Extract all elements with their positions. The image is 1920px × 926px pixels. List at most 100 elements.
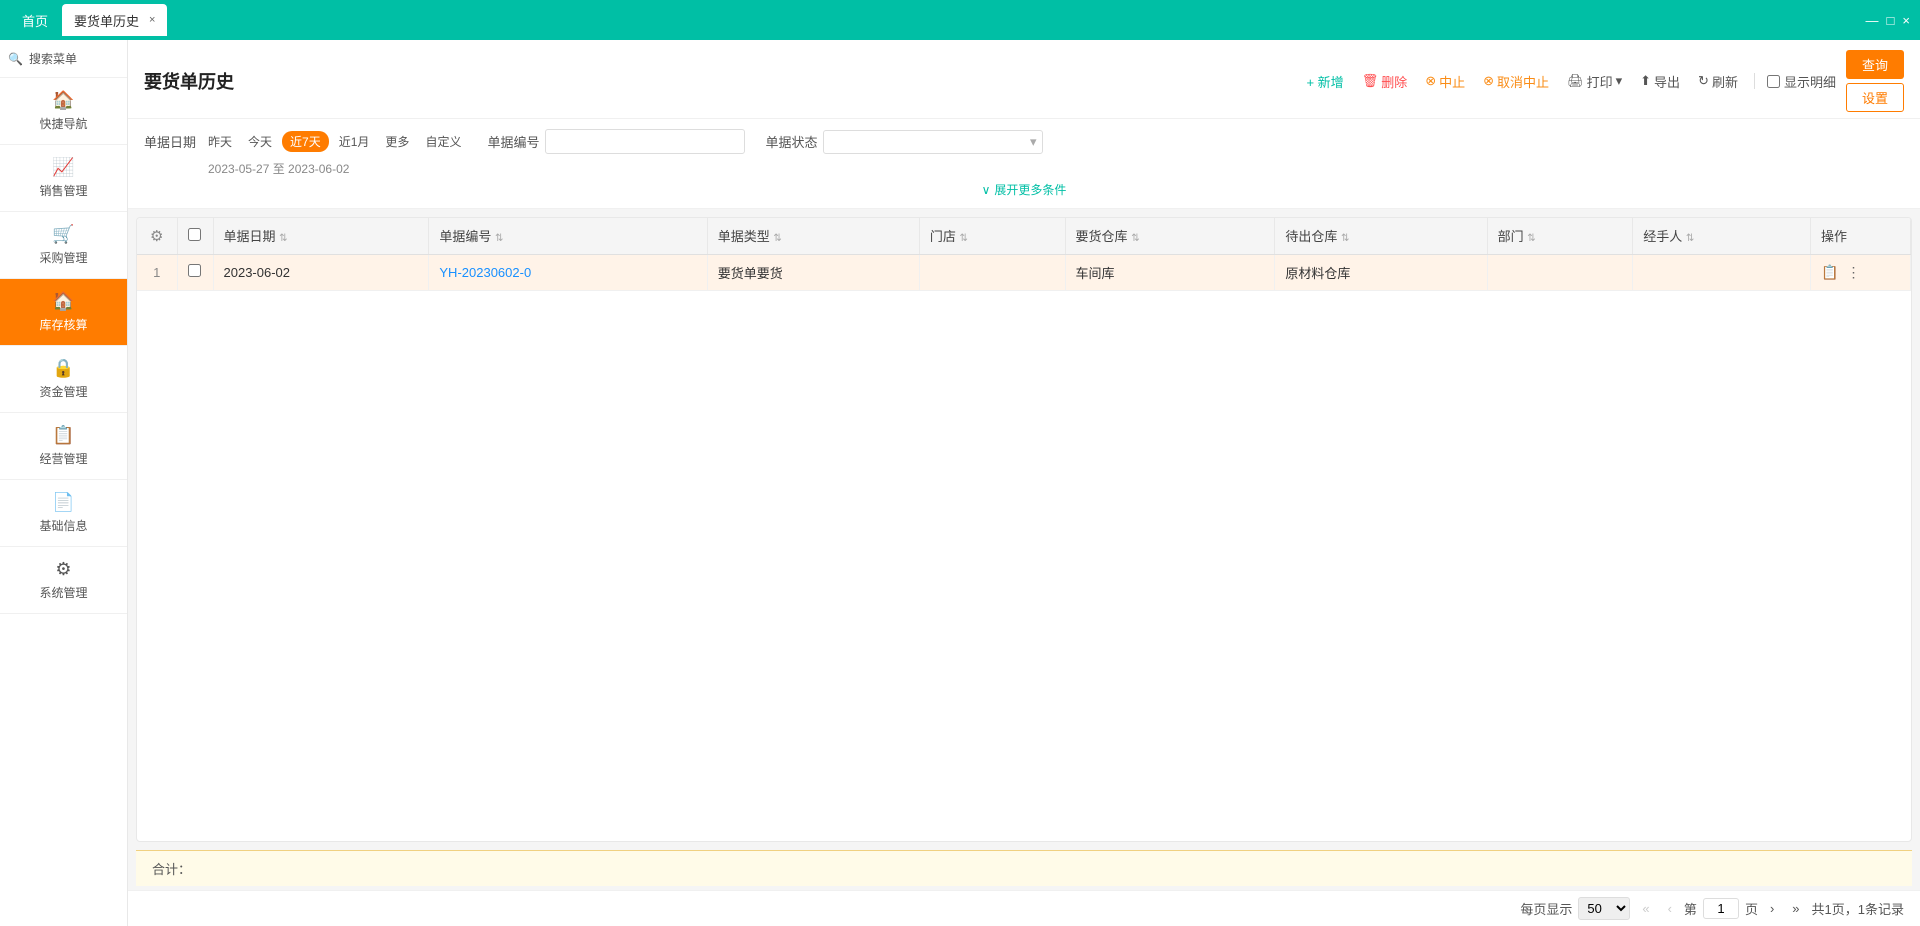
cancel-stop-button[interactable]: ⊗ 取消中止: [1479, 70, 1553, 93]
sum-label: 合计：: [152, 859, 191, 878]
col-actions: 操作: [1811, 218, 1911, 254]
window-close-icon[interactable]: ×: [1902, 13, 1910, 28]
total-info: 共1页，1条记录: [1812, 899, 1904, 918]
tab-close-icon[interactable]: ×: [149, 14, 155, 26]
action-icons: 📋 ⋮: [1821, 264, 1900, 281]
print-button[interactable]: 🖨 打印 ▾: [1563, 70, 1626, 93]
first-page-button[interactable]: «: [1636, 899, 1655, 918]
col-store-sort-icon[interactable]: ⇅: [960, 233, 968, 244]
date-btn-1month[interactable]: 近1月: [333, 131, 376, 152]
col-type: 单据类型 ⇅: [707, 218, 919, 254]
col-handler-sort-icon[interactable]: ⇅: [1686, 233, 1694, 244]
per-page-select[interactable]: 10 20 50 100: [1578, 897, 1630, 920]
col-pending-warehouse-sort-icon[interactable]: ⇅: [1341, 233, 1349, 244]
refresh-button[interactable]: ↻ 刷新: [1694, 70, 1742, 93]
main-table: ⚙ 单据日期 ⇅ 单据编号 ⇅: [137, 218, 1911, 291]
col-department: 部门 ⇅: [1487, 218, 1633, 254]
prev-page-button[interactable]: ‹: [1662, 899, 1678, 918]
minimize-icon[interactable]: —: [1866, 13, 1879, 28]
row-checkbox-cell: [177, 254, 213, 290]
sidebar-item-finance[interactable]: 🔒 资金管理: [0, 346, 127, 413]
col-type-sort-icon[interactable]: ⇅: [773, 233, 781, 244]
date-btn-more[interactable]: 更多: [379, 131, 415, 152]
row-type: 要货单要货: [707, 254, 919, 290]
tab-active-label: 要货单历史: [74, 11, 139, 30]
sidebar-item-sales-label: 销售管理: [39, 182, 87, 199]
cancel-icon: ⊗: [1483, 73, 1494, 89]
sidebar-item-search-menu[interactable]: 🔍 搜索菜单: [0, 40, 127, 78]
tab-home-label: 首页: [22, 11, 48, 30]
query-button[interactable]: 查询: [1846, 50, 1904, 79]
table-row: 1 2023-06-02 YH-20230602-0 要货单要货 车间库 原材料…: [137, 254, 1911, 290]
col-date-sort-icon[interactable]: ⇅: [279, 233, 287, 244]
window-controls: — □ ×: [1866, 13, 1910, 28]
main-layout: 🔍 搜索菜单 🏠 快捷导航 📈 销售管理 🛒 采购管理 🏠 库存核算 🔒 资金管…: [0, 40, 1920, 926]
doc-number-filter-group: 单据编号: [487, 129, 745, 154]
last-page-button[interactable]: »: [1786, 899, 1805, 918]
date-filter-label: 单据日期: [144, 132, 196, 151]
column-settings-icon[interactable]: ⚙: [150, 228, 163, 245]
inventory-icon: 🏠: [52, 291, 74, 312]
date-btn-custom[interactable]: 自定义: [419, 131, 467, 152]
date-btn-7days[interactable]: 近7天: [282, 131, 329, 152]
col-store-label: 门店: [930, 229, 956, 244]
sidebar-item-basic-info[interactable]: 📄 基础信息: [0, 480, 127, 547]
filter-bar: 单据日期 昨天 今天 近7天 近1月 更多 自定义 单据编号: [128, 119, 1920, 209]
display-detail-checkbox[interactable]: [1767, 75, 1780, 88]
table-wrapper: ⚙ 单据日期 ⇅ 单据编号 ⇅: [136, 217, 1912, 842]
sidebar-item-quick-nav[interactable]: 🏠 快捷导航: [0, 78, 127, 145]
select-all-checkbox[interactable]: [188, 228, 201, 241]
purchase-icon: 🛒: [52, 224, 74, 245]
sidebar-item-finance-label: 资金管理: [39, 383, 87, 400]
next-page-button[interactable]: ›: [1764, 899, 1780, 918]
pagination-bar: 每页显示 10 20 50 100 « ‹ 第 页 › » 共1页，1条记录: [128, 890, 1920, 926]
delete-button[interactable]: 🗑 删除: [1358, 70, 1412, 93]
row-more-icon[interactable]: ⋮: [1846, 264, 1860, 281]
col-department-sort-icon[interactable]: ⇅: [1527, 233, 1535, 244]
sidebar-item-operations[interactable]: 📋 经营管理: [0, 413, 127, 480]
col-pending-warehouse-label: 待出仓库: [1285, 229, 1337, 244]
row-checkbox[interactable]: [188, 264, 201, 277]
export-button[interactable]: ⬆ 导出: [1636, 70, 1684, 93]
sidebar-item-purchase[interactable]: 🛒 采购管理: [0, 212, 127, 279]
col-req-warehouse-sort-icon[interactable]: ⇅: [1131, 233, 1139, 244]
row-index: 1: [137, 254, 177, 290]
date-filter-buttons: 昨天 今天 近7天 近1月 更多 自定义: [202, 131, 467, 152]
export-icon: ⬆: [1640, 73, 1651, 89]
status-select[interactable]: ▾: [823, 130, 1043, 154]
display-detail-toggle[interactable]: 显示明细: [1767, 72, 1836, 91]
sidebar-item-inventory[interactable]: 🏠 库存核算: [0, 279, 127, 346]
row-pending-warehouse: 原材料仓库: [1275, 254, 1487, 290]
expand-more-button[interactable]: ∨ 展开更多条件: [144, 181, 1904, 198]
operations-icon: 📋: [52, 425, 74, 446]
doc-number-link[interactable]: YH-20230602-0: [439, 265, 531, 280]
col-settings: ⚙: [137, 218, 177, 254]
row-store: [919, 254, 1065, 290]
date-btn-yesterday[interactable]: 昨天: [202, 131, 238, 152]
row-department: [1487, 254, 1633, 290]
sidebar-item-system[interactable]: ⚙ 系统管理: [0, 547, 127, 614]
tab-home[interactable]: 首页: [10, 4, 60, 36]
maximize-icon[interactable]: □: [1887, 13, 1895, 28]
doc-number-input[interactable]: [545, 129, 745, 154]
col-number-label: 单据编号: [439, 229, 491, 244]
row-handler: [1633, 254, 1811, 290]
table-header-row: ⚙ 单据日期 ⇅ 单据编号 ⇅: [137, 218, 1911, 254]
page-input[interactable]: [1703, 898, 1739, 919]
content-area: 要货单历史 + 新增 🗑 删除 ⊗ 中止 ⊗ 取消中止 🖨 打印: [128, 40, 1920, 926]
sidebar-item-sales[interactable]: 📈 销售管理: [0, 145, 127, 212]
row-req-warehouse: 车间库: [1065, 254, 1275, 290]
col-number-sort-icon[interactable]: ⇅: [495, 233, 503, 244]
sidebar-item-quick-nav-label: 快捷导航: [39, 115, 87, 132]
stop-button[interactable]: ⊗ 中止: [1421, 70, 1469, 93]
date-btn-today[interactable]: 今天: [242, 131, 278, 152]
sidebar: 🔍 搜索菜单 🏠 快捷导航 📈 销售管理 🛒 采购管理 🏠 库存核算 🔒 资金管…: [0, 40, 128, 926]
new-button[interactable]: + 新增: [1302, 70, 1347, 93]
col-pending-warehouse: 待出仓库 ⇅: [1275, 218, 1487, 254]
row-edit-icon[interactable]: 📋: [1821, 264, 1838, 281]
settings-button[interactable]: 设置: [1846, 83, 1904, 112]
col-date: 单据日期 ⇅: [213, 218, 429, 254]
col-department-label: 部门: [1498, 229, 1524, 244]
refresh-icon: ↻: [1698, 73, 1709, 89]
tab-active[interactable]: 要货单历史 ×: [62, 4, 167, 36]
